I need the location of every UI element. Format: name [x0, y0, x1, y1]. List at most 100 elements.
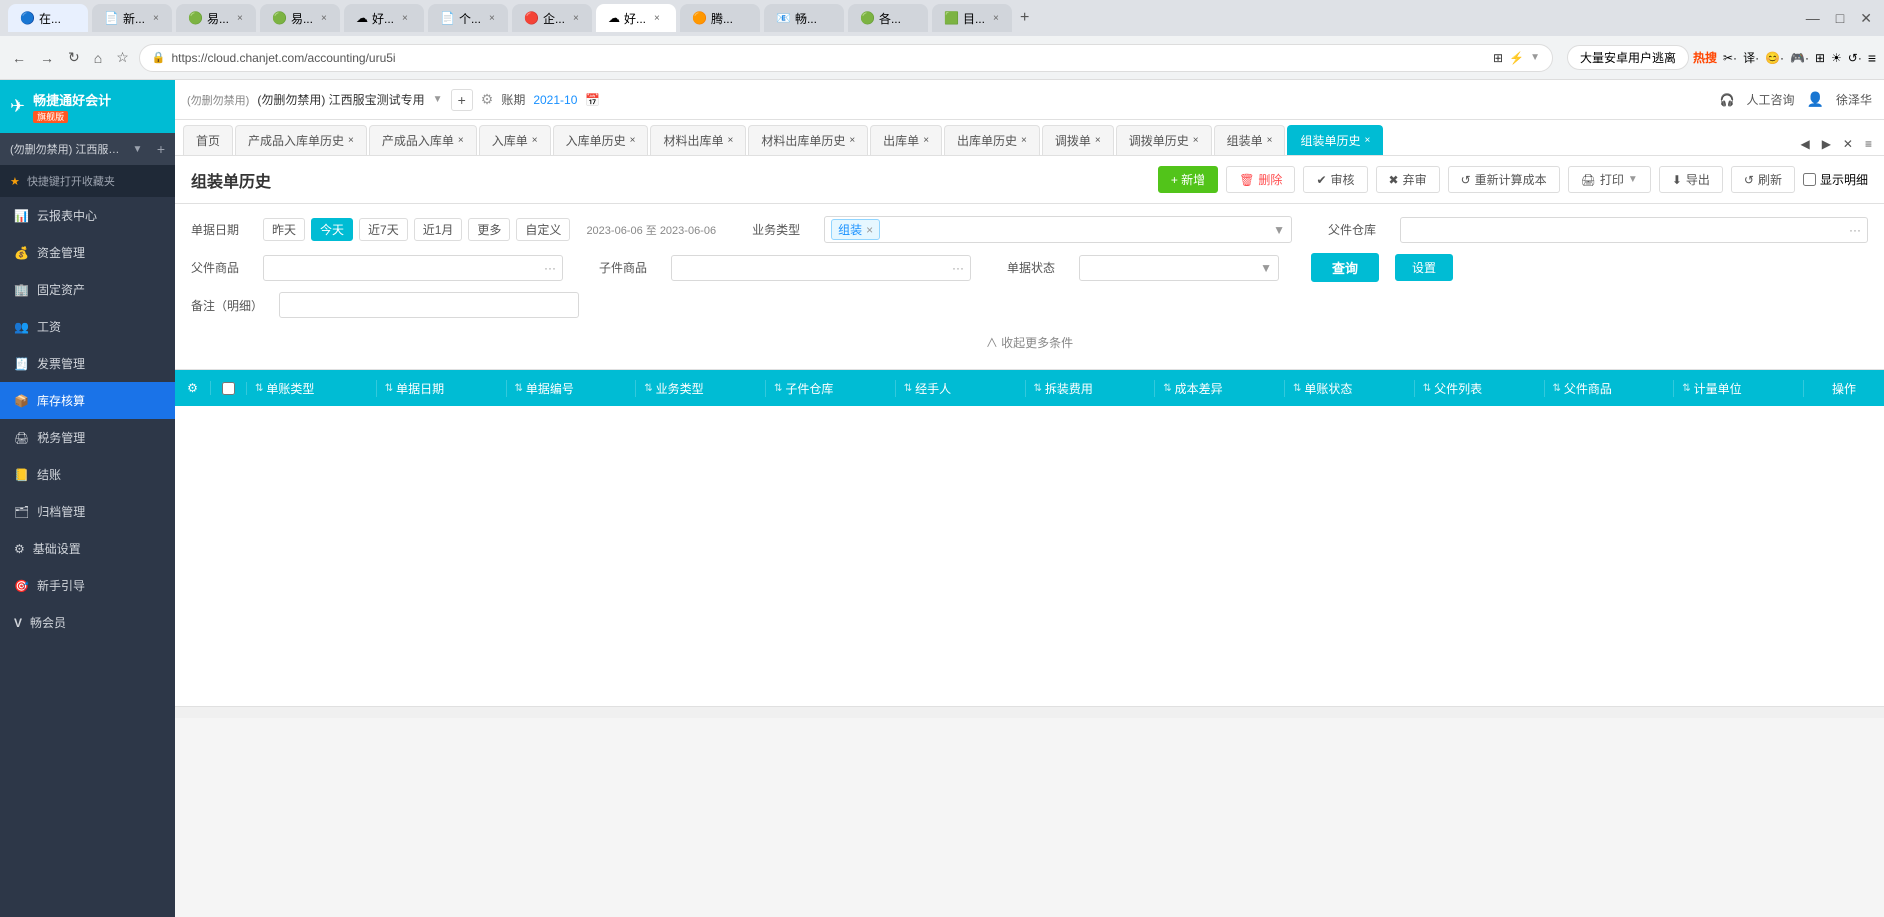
- page-tab-1[interactable]: 产成品入库单历史 ×: [235, 125, 367, 155]
- tab-close-pt11[interactable]: ×: [1267, 135, 1273, 146]
- page-tab-2[interactable]: 产成品入库单 ×: [369, 125, 477, 155]
- refresh-button[interactable]: ↺ 刷新: [1731, 166, 1795, 193]
- page-tab-8[interactable]: 出库单历史 ×: [944, 125, 1040, 155]
- page-tab-4[interactable]: 入库单历史 ×: [553, 125, 649, 155]
- maximize-button[interactable]: □: [1832, 6, 1848, 30]
- company-selector[interactable]: (勿删勿禁用) 江西服宝测试专用 ▼ +: [0, 133, 175, 165]
- add-button[interactable]: + 新增: [1158, 166, 1218, 193]
- show-detail-input[interactable]: [1803, 173, 1816, 186]
- th-settings[interactable]: ⚙: [175, 381, 211, 395]
- tab-browser-4[interactable]: ☁ 好... ×: [344, 4, 424, 32]
- tab-browser-8[interactable]: 🟠 腾...: [680, 4, 760, 32]
- close-button[interactable]: ✕: [1856, 6, 1876, 31]
- tab-close-5[interactable]: ×: [489, 13, 495, 24]
- date-btn-7days[interactable]: 近7天: [359, 218, 408, 241]
- date-btn-yesterday[interactable]: 昨天: [263, 218, 305, 241]
- parent-goods-more[interactable]: ···: [544, 261, 556, 275]
- page-tab-11[interactable]: 组装单 ×: [1214, 125, 1286, 155]
- tab-close-3[interactable]: ×: [321, 13, 327, 24]
- tab-close-pt3[interactable]: ×: [532, 135, 538, 146]
- order-status-dropdown[interactable]: ▼: [1260, 261, 1272, 275]
- tabs-scroll-right[interactable]: ▶: [1818, 133, 1835, 155]
- period-value[interactable]: 2021-10: [533, 93, 577, 107]
- add-company-btn[interactable]: +: [451, 89, 473, 111]
- tab-close-pt1[interactable]: ×: [348, 135, 354, 146]
- print-button[interactable]: 🖨 打印 ▼: [1568, 166, 1651, 193]
- dropdown-icon[interactable]: ▼: [1530, 52, 1540, 63]
- gear-icon[interactable]: ⚙: [481, 91, 494, 108]
- date-btn-more[interactable]: 更多: [468, 218, 510, 241]
- tab-close-pt7[interactable]: ×: [923, 135, 929, 146]
- tab-close-pt12[interactable]: ×: [1364, 135, 1370, 146]
- tab-browser-3[interactable]: 🟢 易... ×: [260, 4, 340, 32]
- page-tab-3[interactable]: 入库单 ×: [479, 125, 551, 155]
- tab-browser-9[interactable]: 📧 畅...: [764, 4, 844, 32]
- search-bar[interactable]: 大量安卓用户逃离: [1567, 45, 1689, 70]
- page-tab-12[interactable]: 组装单历史 ×: [1287, 125, 1383, 155]
- sidebar-item-invoice[interactable]: 🧾 发票管理: [0, 345, 175, 382]
- page-tab-home[interactable]: 首页: [183, 125, 233, 155]
- tab-close-pt5[interactable]: ×: [727, 135, 733, 146]
- tabs-menu[interactable]: ≡: [1861, 133, 1876, 155]
- close-all-tabs[interactable]: ✕: [1839, 133, 1857, 155]
- tab-browser-1[interactable]: 📄 新... ×: [92, 4, 172, 32]
- tab-browser-0[interactable]: 🔵 在...: [8, 4, 88, 32]
- tab-close-2[interactable]: ×: [237, 13, 243, 24]
- tab-browser-2[interactable]: 🟢 易... ×: [176, 4, 256, 32]
- tab-close-pt6[interactable]: ×: [849, 135, 855, 146]
- tab-close-pt10[interactable]: ×: [1193, 135, 1199, 146]
- collapse-bar[interactable]: ∧ 收起更多条件: [191, 328, 1868, 357]
- parent-warehouse-more[interactable]: ···: [1849, 223, 1861, 237]
- scrollbar-area[interactable]: [175, 706, 1884, 718]
- sidebar-item-fund[interactable]: 💰 资金管理: [0, 234, 175, 271]
- page-tab-10[interactable]: 调拨单历史 ×: [1116, 125, 1212, 155]
- new-tab-button[interactable]: +: [1016, 5, 1033, 31]
- delete-button[interactable]: 🗑 删除: [1226, 166, 1295, 193]
- remove-business-type-tag[interactable]: ×: [866, 223, 873, 237]
- date-btn-custom[interactable]: 自定义: [516, 218, 570, 241]
- show-detail-checkbox[interactable]: 显示明细: [1803, 171, 1868, 188]
- tab-browser-11[interactable]: 🟩 目... ×: [932, 4, 1012, 32]
- abandon-button[interactable]: ✖ 弃审: [1376, 166, 1440, 193]
- date-btn-today[interactable]: 今天: [311, 218, 353, 241]
- select-all-checkbox[interactable]: [222, 382, 235, 395]
- user-name[interactable]: 徐泽华: [1836, 91, 1872, 108]
- sidebar-item-cloud-reports[interactable]: 📊 云报表中心: [0, 197, 175, 234]
- sidebar-item-tax[interactable]: 🖨 税务管理: [0, 419, 175, 456]
- bookmark-button[interactable]: ☆: [112, 45, 133, 70]
- page-tab-7[interactable]: 出库单 ×: [870, 125, 942, 155]
- recalculate-button[interactable]: ↺ 重新计算成本: [1448, 166, 1560, 193]
- tab-close-6[interactable]: ×: [573, 13, 579, 24]
- sidebar-item-settings[interactable]: ⚙ 基础设置: [0, 530, 175, 567]
- sidebar-item-fixed-assets[interactable]: 🏢 固定资产: [0, 271, 175, 308]
- company-full[interactable]: (勿删勿禁用) 江西服宝测试专用: [257, 91, 424, 108]
- tab-close-1[interactable]: ×: [153, 13, 159, 24]
- sidebar-item-archive[interactable]: 🗂 归档管理: [0, 493, 175, 530]
- th-checkbox[interactable]: [211, 382, 247, 395]
- sidebar-item-inventory[interactable]: 📦 库存核算: [0, 382, 175, 419]
- home-button[interactable]: ⌂: [90, 46, 106, 70]
- page-tab-6[interactable]: 材料出库单历史 ×: [748, 125, 868, 155]
- tab-close-11[interactable]: ×: [993, 13, 999, 24]
- tab-browser-6[interactable]: 🔴 企... ×: [512, 4, 592, 32]
- tab-close-pt9[interactable]: ×: [1095, 135, 1101, 146]
- tab-close-pt4[interactable]: ×: [630, 135, 636, 146]
- sidebar-item-payroll[interactable]: 👥 工资: [0, 308, 175, 345]
- date-btn-1month[interactable]: 近1月: [414, 218, 463, 241]
- tab-close-7[interactable]: ×: [654, 13, 660, 24]
- page-tab-5[interactable]: 材料出库单 ×: [650, 125, 746, 155]
- address-bar[interactable]: 🔒 https://cloud.chanjet.com/accounting/u…: [139, 44, 1553, 72]
- help-label[interactable]: 人工咨询: [1747, 91, 1795, 108]
- export-button[interactable]: ⬇ 导出: [1659, 166, 1723, 193]
- sidebar-item-settlement[interactable]: 📒 结账: [0, 456, 175, 493]
- favorites-bar[interactable]: ★ 快捷键打开收藏夹: [0, 165, 175, 197]
- reload-button[interactable]: ↻: [64, 45, 84, 70]
- tab-close-pt8[interactable]: ×: [1021, 135, 1027, 146]
- back-button[interactable]: ←: [8, 46, 30, 70]
- tab-browser-7[interactable]: ☁ 好... ×: [596, 4, 676, 32]
- tab-close-4[interactable]: ×: [402, 13, 408, 24]
- sidebar-item-membership[interactable]: V 畅会员: [0, 604, 175, 641]
- search-button[interactable]: 查询: [1311, 253, 1379, 282]
- settings-gear-icon[interactable]: ⚙: [187, 381, 198, 395]
- calendar-icon[interactable]: 📅: [585, 93, 600, 107]
